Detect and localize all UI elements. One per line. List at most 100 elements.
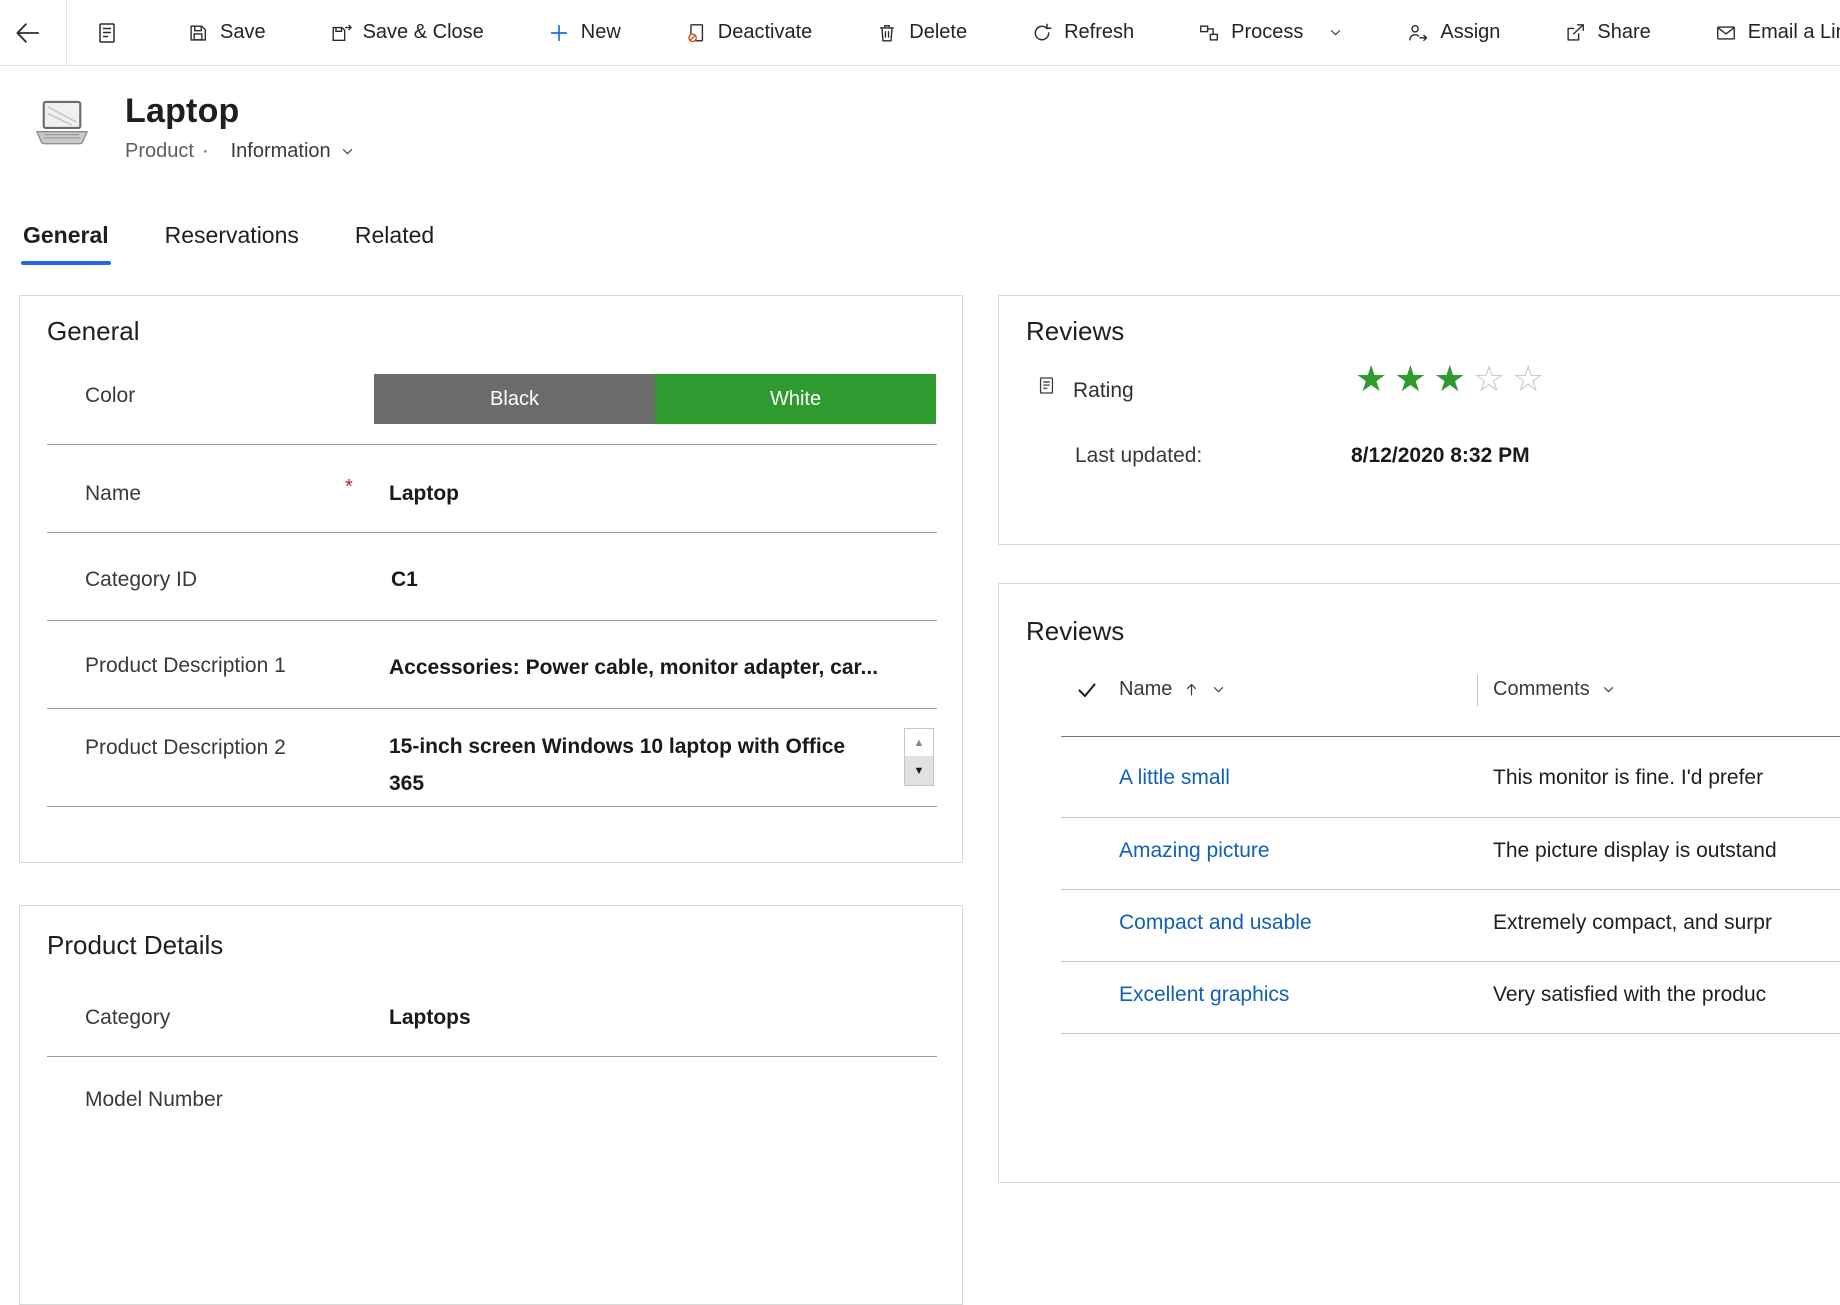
record-title-block: Laptop Product · Information [125, 92, 355, 163]
star-empty-icon: ☆ [1512, 358, 1551, 399]
form-switcher[interactable]: Information [231, 140, 355, 163]
product-description-2-value[interactable]: 15-inch screen Windows 10 laptop with Of… [389, 728, 864, 804]
category-id-field-value[interactable]: C1 [391, 568, 418, 592]
color-option-black[interactable]: Black [374, 374, 655, 424]
star-filled-icon: ★ [1355, 358, 1394, 399]
record-header: Laptop Product · Information [33, 92, 355, 163]
back-button[interactable] [0, 0, 54, 66]
scroll-down-button[interactable]: ▼ [905, 757, 933, 785]
field-divider [47, 708, 937, 709]
rating-field-icon [1037, 376, 1056, 395]
product-form-page: Save Save & Close New Deactivate Delete … [0, 0, 1840, 1096]
process-button[interactable]: Process [1172, 0, 1369, 66]
reviews-summary-section: Reviews Rating ★★★☆☆ Last updated: 8/12/… [998, 295, 1840, 545]
star-empty-icon: ☆ [1473, 358, 1512, 399]
reviews-subgrid-section: Reviews Name Comments A little small Thi… [998, 583, 1840, 1183]
refresh-icon [1031, 22, 1053, 44]
tab-general[interactable]: General [21, 216, 111, 265]
chevron-down-icon[interactable] [1601, 682, 1616, 697]
review-link[interactable]: Amazing picture [1119, 839, 1270, 863]
category-field-label: Category [85, 1006, 170, 1030]
tab-general-label: General [23, 222, 109, 248]
color-option-black-label: Black [490, 388, 539, 411]
model-number-field-label: Model Number [85, 1088, 223, 1112]
refresh-button[interactable]: Refresh [1005, 0, 1160, 66]
delete-label: Delete [909, 21, 967, 44]
delete-button[interactable]: Delete [850, 0, 993, 66]
color-field-label: Color [85, 384, 135, 408]
email-icon [1715, 22, 1737, 44]
reviews-summary-title: Reviews [1026, 316, 1124, 347]
laptop-product-image [33, 100, 91, 150]
product-description-1-value[interactable]: Accessories: Power cable, monitor adapte… [389, 656, 878, 680]
form-switcher-label: Information [231, 140, 331, 163]
review-comment: This monitor is fine. I'd prefer [1493, 766, 1763, 790]
new-label: New [581, 21, 621, 44]
last-updated-value: 8/12/2020 8:32 PM [1351, 444, 1530, 468]
share-button[interactable]: Share [1538, 0, 1676, 66]
general-section: General Color Black White Name * Laptop … [19, 295, 963, 863]
command-bar: Save Save & Close New Deactivate Delete … [0, 0, 1840, 66]
tab-reservations[interactable]: Reservations [163, 216, 301, 265]
process-icon [1198, 22, 1220, 44]
save-icon [187, 22, 209, 44]
review-comment: Extremely compact, and surpr [1493, 911, 1772, 935]
deactivate-icon [685, 22, 707, 44]
name-field-value[interactable]: Laptop [389, 482, 459, 506]
field-divider [47, 1056, 937, 1057]
save-close-icon [330, 22, 352, 44]
email-a-link-button[interactable]: Email a Link [1689, 0, 1840, 66]
row-divider [1061, 1033, 1840, 1034]
deactivate-button[interactable]: Deactivate [659, 0, 839, 66]
chevron-down-icon[interactable] [1328, 25, 1343, 40]
review-link[interactable]: A little small [1119, 766, 1230, 790]
table-header-divider [1061, 736, 1840, 737]
tab-related[interactable]: Related [353, 216, 436, 265]
field-divider [47, 806, 937, 807]
color-option-white[interactable]: White [655, 374, 936, 424]
review-comment: Very satisfied with the produc [1493, 983, 1766, 1007]
select-all-checkmark-icon[interactable] [1075, 678, 1099, 702]
save-and-close-button[interactable]: Save & Close [304, 0, 510, 66]
star-filled-icon: ★ [1394, 358, 1433, 399]
save-button[interactable]: Save [161, 0, 292, 66]
name-field-label: Name [85, 482, 141, 506]
trash-icon [876, 22, 898, 44]
column-header-name[interactable]: Name [1119, 678, 1226, 701]
new-button[interactable]: New [522, 0, 647, 66]
review-link[interactable]: Excellent graphics [1119, 983, 1289, 1007]
sort-ascending-icon [1183, 681, 1200, 698]
category-field-value[interactable]: Laptops [389, 1006, 471, 1030]
form-selector-button[interactable] [79, 0, 135, 66]
review-link[interactable]: Compact and usable [1119, 911, 1312, 935]
tab-reservations-label: Reservations [165, 222, 299, 248]
toolbar-separator [66, 0, 67, 66]
column-header-name-label: Name [1119, 678, 1172, 701]
plus-icon [548, 22, 570, 44]
star-filled-icon: ★ [1434, 358, 1473, 399]
tab-related-label: Related [355, 222, 434, 248]
field-divider [47, 532, 937, 533]
share-icon [1564, 22, 1586, 44]
chevron-down-icon[interactable] [1211, 682, 1226, 697]
general-section-title: General [47, 316, 140, 347]
column-header-comments[interactable]: Comments [1493, 678, 1616, 701]
share-label: Share [1597, 21, 1650, 44]
row-divider [1061, 961, 1840, 962]
form-tabs: General Reservations Related [21, 216, 436, 265]
email-a-link-label: Email a Link [1748, 21, 1840, 44]
product-details-section: Product Details Category Laptops Model N… [19, 905, 963, 1305]
record-title: Laptop [125, 92, 355, 131]
star-rating: ★★★☆☆ [1355, 358, 1551, 400]
category-id-field-label: Category ID [85, 568, 197, 592]
required-asterisk: * [345, 476, 353, 499]
assign-person-icon [1407, 22, 1429, 44]
column-separator [1477, 674, 1478, 706]
deactivate-label: Deactivate [718, 21, 813, 44]
refresh-label: Refresh [1064, 21, 1134, 44]
row-divider [1061, 817, 1840, 818]
assign-label: Assign [1440, 21, 1500, 44]
scroll-up-button[interactable]: ▲ [905, 729, 933, 757]
record-subtitle: Product · Information [125, 140, 355, 163]
assign-button[interactable]: Assign [1381, 0, 1526, 66]
